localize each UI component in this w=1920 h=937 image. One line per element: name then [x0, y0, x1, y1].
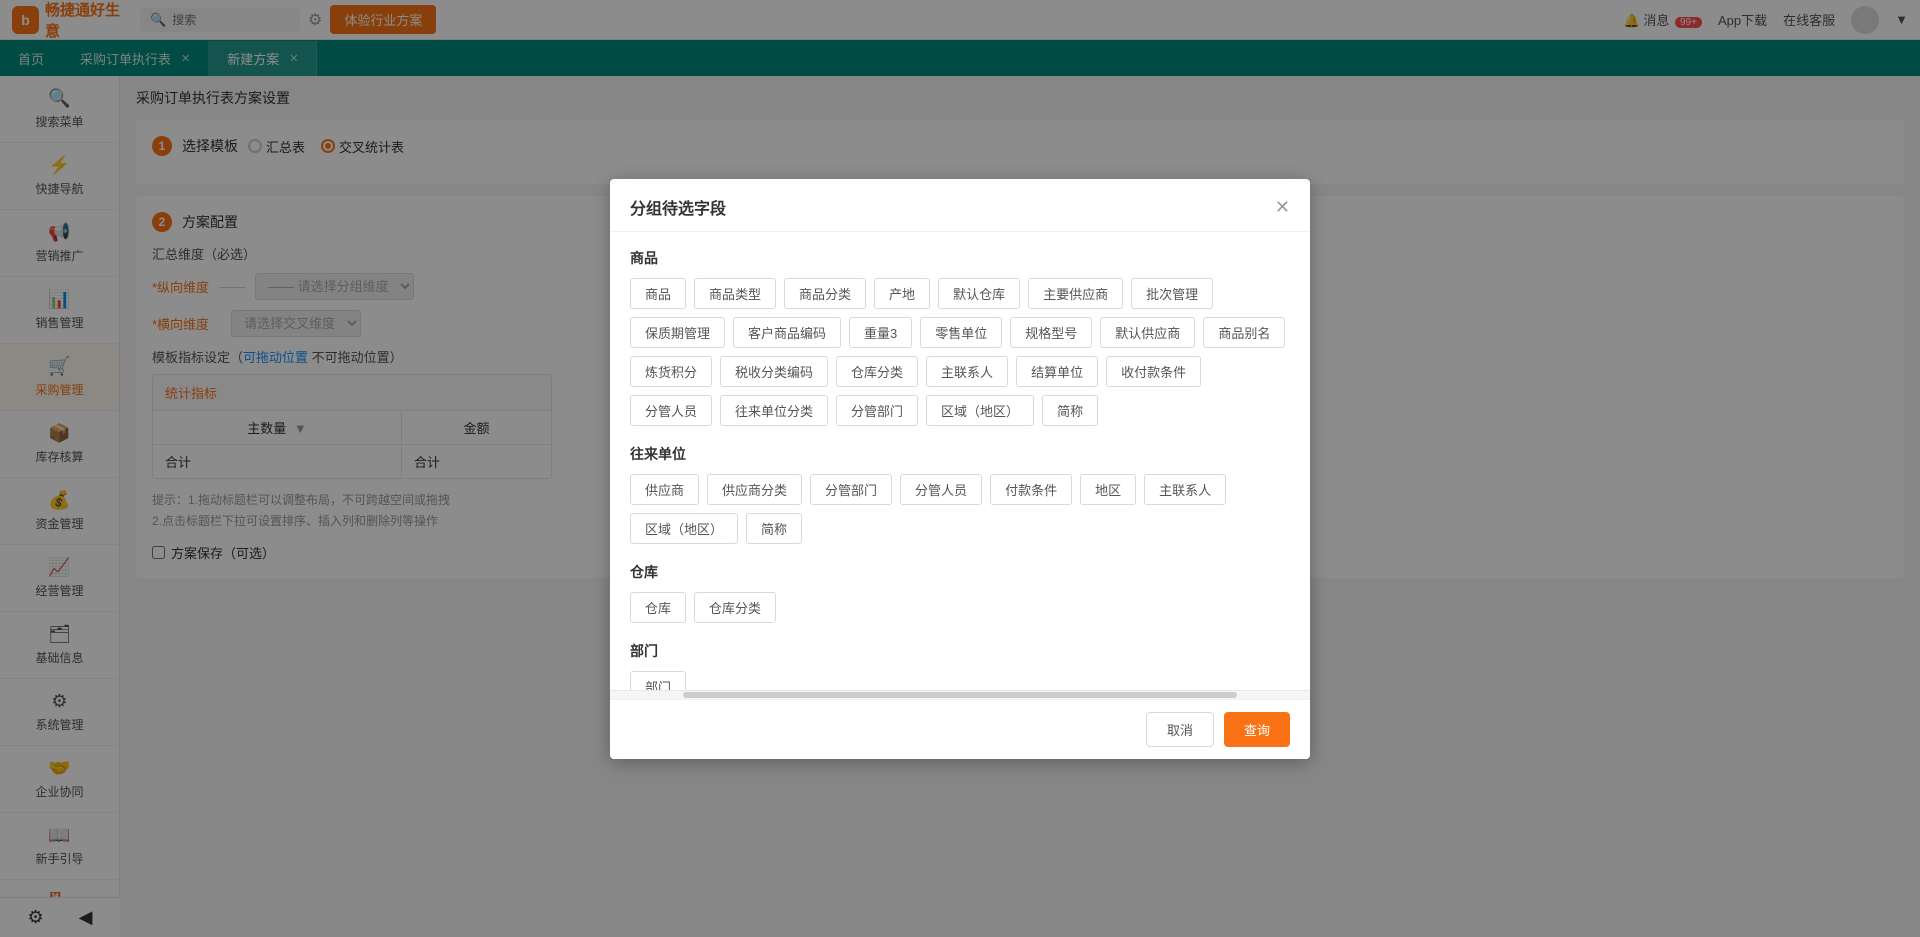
field-tag-partner-dept[interactable]: 分管部门	[810, 474, 892, 505]
field-tag-default-warehouse[interactable]: 默认仓库	[938, 278, 1020, 309]
section-department-title: 部门	[630, 641, 1290, 661]
field-tag-product[interactable]: 商品	[630, 278, 686, 309]
field-tag-batch-management[interactable]: 批次管理	[1131, 278, 1213, 309]
cancel-button[interactable]: 取消	[1146, 712, 1214, 747]
section-product: 商品 商品 商品类型 商品分类 产地 默认仓库 主要供应商 批次管理 保质期管理…	[630, 248, 1290, 426]
field-tag-partner-supervisor[interactable]: 分管人员	[900, 474, 982, 505]
field-tag-region-product[interactable]: 区域（地区）	[926, 395, 1034, 426]
field-tag-warehouse[interactable]: 仓库	[630, 592, 686, 623]
field-tag-supplier[interactable]: 供应商	[630, 474, 699, 505]
field-tag-warehouse-cat[interactable]: 仓库分类	[694, 592, 776, 623]
modal-hscroll[interactable]	[610, 690, 1310, 698]
hscroll-bar	[683, 692, 1237, 698]
field-tag-main-contact-partner[interactable]: 主联系人	[1144, 474, 1226, 505]
field-tag-origin[interactable]: 产地	[874, 278, 930, 309]
field-tag-short-name-product[interactable]: 简称	[1042, 395, 1098, 426]
field-tag-short-name-partner[interactable]: 简称	[746, 513, 802, 544]
field-tag-dept[interactable]: 分管部门	[836, 395, 918, 426]
section-warehouse: 仓库 仓库 仓库分类	[630, 562, 1290, 623]
field-tag-spec[interactable]: 规格型号	[1010, 317, 1092, 348]
field-tag-product-type[interactable]: 商品类型	[694, 278, 776, 309]
field-tag-department[interactable]: 部门	[630, 671, 686, 691]
field-tag-product-alias[interactable]: 商品别名	[1203, 317, 1285, 348]
field-tag-settlement-unit[interactable]: 结算单位	[1016, 356, 1098, 387]
field-tag-warehouse-category[interactable]: 仓库分类	[836, 356, 918, 387]
field-tag-weight[interactable]: 重量3	[849, 317, 912, 348]
field-tag-customer-code[interactable]: 客户商品编码	[733, 317, 841, 348]
field-tag-default-supplier[interactable]: 默认供应商	[1100, 317, 1195, 348]
section-warehouse-title: 仓库	[630, 562, 1290, 582]
field-tag-main-contact[interactable]: 主联系人	[926, 356, 1008, 387]
field-tag-quality-period[interactable]: 保质期管理	[630, 317, 725, 348]
field-tag-payment-condition[interactable]: 付款条件	[990, 474, 1072, 505]
field-tag-region-partner[interactable]: 地区	[1080, 474, 1136, 505]
section-product-tags: 商品 商品类型 商品分类 产地 默认仓库 主要供应商 批次管理 保质期管理 客户…	[630, 278, 1290, 426]
field-tag-supervisor[interactable]: 分管人员	[630, 395, 712, 426]
field-tag-product-category[interactable]: 商品分类	[784, 278, 866, 309]
field-tag-main-supplier[interactable]: 主要供应商	[1028, 278, 1123, 309]
confirm-button[interactable]: 查询	[1224, 712, 1290, 747]
field-tag-partner-category[interactable]: 往来单位分类	[720, 395, 828, 426]
field-tag-supplier-category[interactable]: 供应商分类	[707, 474, 802, 505]
section-partner-tags: 供应商 供应商分类 分管部门 分管人员 付款条件 地区 主联系人 区域（地区） …	[630, 474, 1290, 544]
section-partner-title: 往来单位	[630, 444, 1290, 464]
section-warehouse-tags: 仓库 仓库分类	[630, 592, 1290, 623]
section-department-tags: 部门	[630, 671, 1290, 691]
modal-body[interactable]: 商品 商品 商品类型 商品分类 产地 默认仓库 主要供应商 批次管理 保质期管理…	[610, 232, 1310, 691]
field-tag-points[interactable]: 炼货积分	[630, 356, 712, 387]
field-tag-retail-unit[interactable]: 零售单位	[920, 317, 1002, 348]
field-select-modal: 分组待选字段 ✕ 商品 商品 商品类型 商品分类 产地 默认仓库 主要供应商 批…	[610, 179, 1310, 759]
section-partner: 往来单位 供应商 供应商分类 分管部门 分管人员 付款条件 地区 主联系人 区域…	[630, 444, 1290, 544]
modal-footer: 取消 查询	[610, 699, 1310, 759]
modal-overlay: 分组待选字段 ✕ 商品 商品 商品类型 商品分类 产地 默认仓库 主要供应商 批…	[0, 0, 1920, 937]
field-tag-payment-terms[interactable]: 收付款条件	[1106, 356, 1201, 387]
field-tag-tax-code[interactable]: 税收分类编码	[720, 356, 828, 387]
modal-close-button[interactable]: ✕	[1275, 198, 1290, 216]
modal-header: 分组待选字段 ✕	[610, 179, 1310, 232]
section-department: 部门 部门	[630, 641, 1290, 691]
section-product-title: 商品	[630, 248, 1290, 268]
field-tag-region-area[interactable]: 区域（地区）	[630, 513, 738, 544]
modal-title: 分组待选字段	[630, 195, 726, 219]
